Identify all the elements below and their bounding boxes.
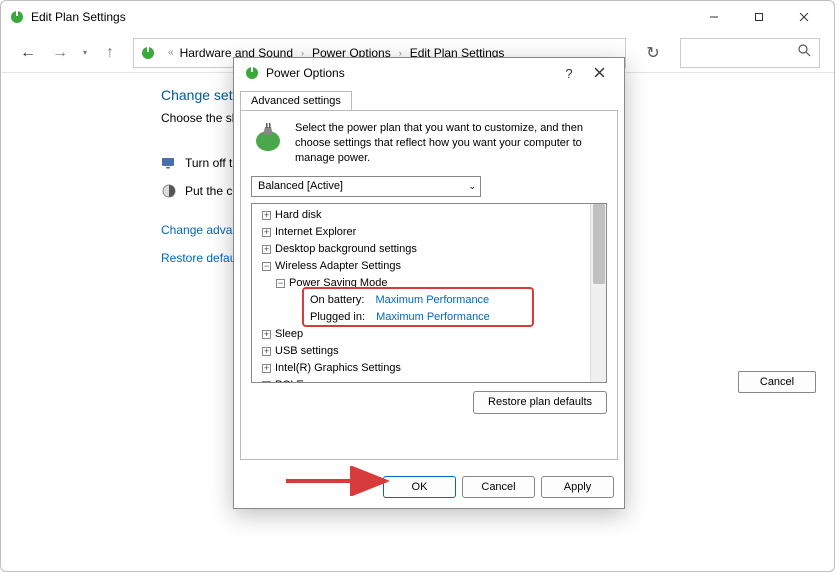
tree-item[interactable]: Internet Explorer bbox=[275, 226, 356, 238]
tree-item[interactable]: Hard disk bbox=[275, 209, 321, 221]
power-options-dialog: Power Options ? Advanced settings Select… bbox=[233, 57, 625, 509]
chevron-down-icon: ⌄ bbox=[468, 181, 476, 192]
search-icon bbox=[798, 44, 811, 62]
cancel-button[interactable]: Cancel bbox=[738, 371, 816, 393]
tree-item[interactable]: Intel(R) Graphics Settings bbox=[275, 362, 401, 374]
dialog-title: Power Options bbox=[266, 66, 554, 80]
maximize-button[interactable] bbox=[736, 3, 781, 31]
restore-plan-defaults-button[interactable]: Restore plan defaults bbox=[473, 391, 607, 414]
tree-item[interactable]: Desktop background settings bbox=[275, 243, 417, 255]
tree-item[interactable]: PCI Express bbox=[275, 379, 336, 382]
tree-item[interactable]: Sleep bbox=[275, 328, 303, 340]
power-plan-combo[interactable]: Balanced [Active] ⌄ bbox=[251, 176, 481, 197]
plugged-in-value[interactable]: Maximum Performance bbox=[376, 311, 490, 323]
ok-button[interactable]: OK bbox=[383, 476, 456, 498]
on-battery-label: On battery: bbox=[310, 294, 364, 306]
refresh-button[interactable]: ↻ bbox=[640, 43, 666, 63]
dialog-cancel-button[interactable]: Cancel bbox=[462, 476, 535, 498]
expand-icon[interactable]: + bbox=[262, 245, 271, 254]
window-title: Edit Plan Settings bbox=[31, 10, 691, 24]
power-plan-icon bbox=[251, 121, 285, 155]
expand-icon[interactable]: + bbox=[262, 347, 271, 356]
tab-advanced-settings[interactable]: Advanced settings bbox=[240, 91, 352, 111]
expand-icon[interactable]: + bbox=[262, 381, 271, 382]
tree-scrollbar[interactable] bbox=[590, 204, 606, 382]
expand-icon[interactable]: + bbox=[262, 211, 271, 220]
dialog-intro-text: Select the power plan that you want to c… bbox=[295, 121, 607, 166]
breadcrumb-icon bbox=[140, 45, 156, 61]
help-button[interactable]: ? bbox=[554, 66, 584, 81]
history-dropdown[interactable]: ▾ bbox=[83, 48, 87, 57]
tree-item[interactable]: Power Saving Mode bbox=[289, 277, 387, 289]
window-titlebar: Edit Plan Settings bbox=[1, 1, 834, 33]
expand-icon[interactable]: + bbox=[262, 364, 271, 373]
expand-icon[interactable]: + bbox=[262, 228, 271, 237]
power-plan-value: Balanced [Active] bbox=[258, 180, 343, 192]
app-icon bbox=[9, 9, 25, 25]
settings-tree[interactable]: + Hard disk + Internet Explorer + Desktop b… bbox=[252, 204, 590, 382]
collapse-icon[interactable]: − bbox=[276, 279, 285, 288]
close-button[interactable] bbox=[781, 3, 826, 31]
forward-button[interactable]: → bbox=[51, 44, 69, 62]
dialog-icon bbox=[244, 65, 260, 81]
up-button[interactable]: ↑ bbox=[101, 44, 119, 62]
back-button[interactable]: ← bbox=[19, 44, 37, 62]
search-input[interactable] bbox=[680, 38, 820, 68]
display-off-icon bbox=[161, 155, 177, 171]
scrollbar-thumb[interactable] bbox=[593, 204, 605, 284]
on-battery-value[interactable]: Maximum Performance bbox=[375, 294, 489, 306]
expand-icon[interactable]: + bbox=[262, 330, 271, 339]
apply-button[interactable]: Apply bbox=[541, 476, 614, 498]
collapse-icon[interactable]: − bbox=[262, 262, 271, 271]
tree-item[interactable]: USB settings bbox=[275, 345, 339, 357]
tree-item[interactable]: Wireless Adapter Settings bbox=[275, 260, 401, 272]
minimize-button[interactable] bbox=[691, 3, 736, 31]
dialog-close-button[interactable] bbox=[584, 66, 614, 81]
plugged-in-label: Plugged in: bbox=[310, 311, 365, 323]
edit-plan-settings-window: Edit Plan Settings ← → ▾ ↑ « Hardware an… bbox=[0, 0, 835, 572]
sleep-icon bbox=[161, 183, 177, 199]
